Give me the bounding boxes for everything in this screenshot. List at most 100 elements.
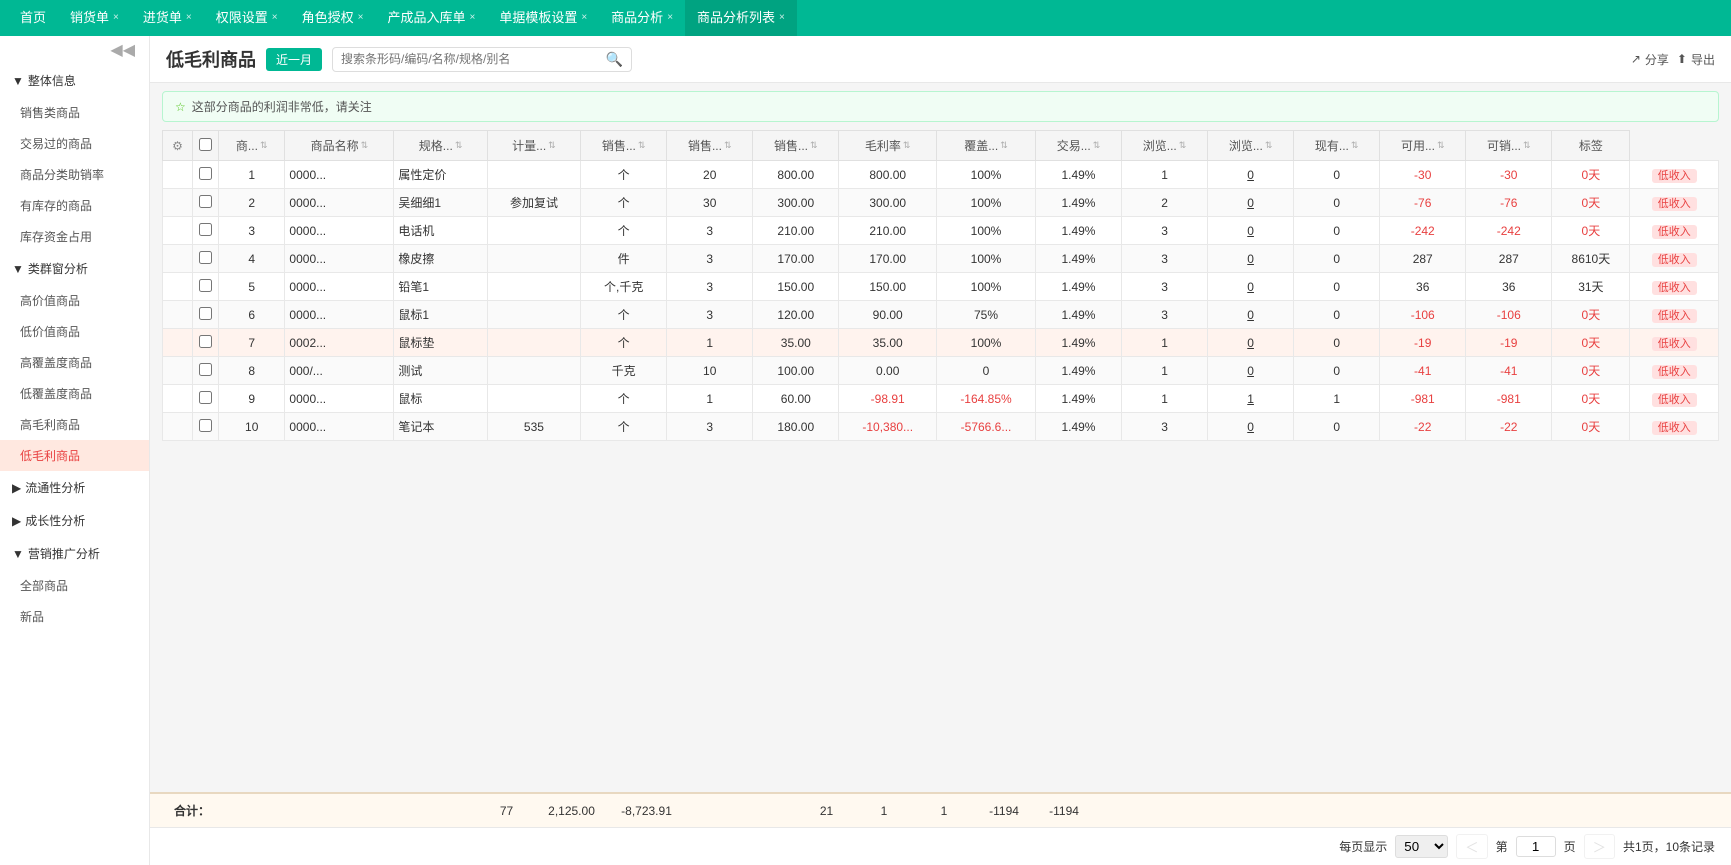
sort-sellable-icon[interactable]: ⇅ — [1523, 140, 1531, 151]
th-tag[interactable]: 标签 — [1552, 131, 1630, 161]
sidebar-item-sales-goods[interactable]: 销售类商品 — [0, 97, 149, 128]
row-browse1[interactable]: 0 — [1208, 301, 1294, 329]
nav-close-product-analysis-list[interactable]: × — [779, 0, 785, 36]
row-checkbox[interactable] — [193, 161, 219, 189]
date-filter-button[interactable]: 近一月 — [266, 48, 322, 71]
sort-browse1-icon[interactable]: ⇅ — [1179, 140, 1187, 151]
sort-trade-icon[interactable]: ⇅ — [1093, 140, 1101, 151]
sidebar-item-low-value[interactable]: 低价值商品 — [0, 316, 149, 347]
row-browse1[interactable]: 0 — [1208, 245, 1294, 273]
sidebar-item-low-coverage[interactable]: 低覆盖度商品 — [0, 378, 149, 409]
row-browse1[interactable]: 0 — [1208, 161, 1294, 189]
nav-sales[interactable]: 销货单 × — [58, 0, 131, 36]
nav-close-sales[interactable]: × — [113, 0, 119, 36]
sidebar-item-all-goods[interactable]: 全部商品 — [0, 570, 149, 601]
nav-close-roles[interactable]: × — [358, 0, 364, 36]
sidebar-item-low-margin[interactable]: 低毛利商品 — [0, 440, 149, 471]
row-checkbox[interactable] — [193, 189, 219, 217]
sort-cover-icon[interactable]: ⇅ — [1000, 140, 1008, 151]
page-size-select[interactable]: 50 100 200 — [1395, 835, 1448, 858]
share-button[interactable]: ↗ 分享 — [1631, 51, 1669, 68]
sort-spec-icon[interactable]: ⇅ — [455, 140, 463, 151]
nav-close-template[interactable]: × — [581, 0, 587, 36]
nav-home[interactable]: 首页 — [8, 0, 58, 36]
search-input[interactable] — [341, 52, 606, 66]
th-available[interactable]: 可用...⇅ — [1380, 131, 1466, 161]
sort-unit-icon[interactable]: ⇅ — [548, 140, 556, 151]
nav-close-product-analysis[interactable]: × — [667, 0, 673, 36]
row-select-checkbox[interactable] — [199, 363, 212, 376]
sort-name-icon[interactable]: ⇅ — [361, 140, 369, 151]
sort-salesamt-icon[interactable]: ⇅ — [810, 140, 818, 151]
nav-product-analysis-list[interactable]: 商品分析列表 × — [685, 0, 797, 36]
row-browse1[interactable]: 0 — [1208, 217, 1294, 245]
th-sellable[interactable]: 可销...⇅ — [1466, 131, 1552, 161]
page-number-input[interactable] — [1516, 836, 1556, 857]
th-checkbox[interactable] — [193, 131, 219, 161]
th-gross-rate[interactable]: 毛利率⇅ — [839, 131, 937, 161]
select-all-checkbox[interactable] — [199, 138, 212, 151]
sidebar-collapse-btn[interactable]: ◀◀ — [110, 42, 135, 59]
row-checkbox[interactable] — [193, 245, 219, 273]
sidebar-item-stocked-goods[interactable]: 有库存的商品 — [0, 190, 149, 221]
row-select-checkbox[interactable] — [199, 335, 212, 348]
th-sales-qty[interactable]: 销售...⇅ — [581, 131, 667, 161]
th-unit[interactable]: 计量...⇅ — [487, 131, 580, 161]
th-sales-amount[interactable]: 销售...⇅ — [753, 131, 839, 161]
table-container[interactable]: ⚙ 商...⇅ 商品名称⇅ 规格...⇅ — [150, 130, 1731, 792]
row-select-checkbox[interactable] — [199, 391, 212, 404]
nav-product-analysis[interactable]: 商品分析 × — [599, 0, 685, 36]
row-browse1[interactable]: 0 — [1208, 413, 1294, 441]
row-select-checkbox[interactable] — [199, 223, 212, 236]
row-checkbox[interactable] — [193, 357, 219, 385]
sidebar-group-overall[interactable]: ▼ 整体信息 — [0, 64, 149, 97]
th-browse1[interactable]: 浏览...⇅ — [1122, 131, 1208, 161]
th-browse2[interactable]: 浏览...⇅ — [1208, 131, 1294, 161]
row-select-checkbox[interactable] — [199, 279, 212, 292]
th-current-stock[interactable]: 现有...⇅ — [1294, 131, 1380, 161]
search-icon[interactable]: 🔍 — [606, 51, 623, 68]
th-trade[interactable]: 交易...⇅ — [1035, 131, 1121, 161]
nav-close-purchase[interactable]: × — [186, 0, 192, 36]
row-checkbox[interactable] — [193, 217, 219, 245]
nav-roles[interactable]: 角色授权 × — [290, 0, 376, 36]
row-checkbox[interactable] — [193, 413, 219, 441]
row-browse1[interactable]: 0 — [1208, 329, 1294, 357]
sort-gross-icon[interactable]: ⇅ — [903, 140, 911, 151]
th-spec[interactable]: 规格...⇅ — [394, 131, 487, 161]
th-code[interactable]: 商...⇅ — [219, 131, 285, 161]
row-browse1[interactable]: 0 — [1208, 189, 1294, 217]
sidebar-item-high-value[interactable]: 高价值商品 — [0, 285, 149, 316]
nav-close-permissions[interactable]: × — [272, 0, 278, 36]
sort-browse2-icon[interactable]: ⇅ — [1265, 140, 1273, 151]
sort-code-icon[interactable]: ⇅ — [260, 140, 268, 151]
row-checkbox[interactable] — [193, 301, 219, 329]
prev-page-button[interactable]: ＜ — [1456, 834, 1487, 859]
nav-close-product-inbound[interactable]: × — [469, 0, 475, 36]
row-select-checkbox[interactable] — [199, 419, 212, 432]
row-browse1[interactable]: 1 — [1208, 385, 1294, 413]
row-select-checkbox[interactable] — [199, 307, 212, 320]
row-checkbox[interactable] — [193, 385, 219, 413]
sidebar-group-growth[interactable]: ▶ 成长性分析 — [0, 504, 149, 537]
th-name[interactable]: 商品名称⇅ — [285, 131, 394, 161]
sidebar-item-inventory-capital[interactable]: 库存资金占用 — [0, 221, 149, 252]
th-cover-rate[interactable]: 覆盖...⇅ — [937, 131, 1036, 161]
sidebar-item-category-rate[interactable]: 商品分类助销率 — [0, 159, 149, 190]
sort-available-icon[interactable]: ⇅ — [1437, 140, 1445, 151]
nav-template[interactable]: 单据模板设置 × — [487, 0, 599, 36]
row-select-checkbox[interactable] — [199, 167, 212, 180]
nav-purchase[interactable]: 进货单 × — [131, 0, 204, 36]
sidebar-item-new-goods[interactable]: 新品 — [0, 601, 149, 632]
nav-product-inbound[interactable]: 产成品入库单 × — [375, 0, 487, 36]
gear-icon[interactable]: ⚙ — [172, 139, 183, 153]
sidebar-group-marketing[interactable]: ▼ 营销推广分析 — [0, 537, 149, 570]
nav-permissions[interactable]: 权限设置 × — [204, 0, 290, 36]
row-select-checkbox[interactable] — [199, 251, 212, 264]
sort-salesqty-icon[interactable]: ⇅ — [638, 140, 646, 151]
sidebar-item-traded-goods[interactable]: 交易过的商品 — [0, 128, 149, 159]
sidebar-group-cluster[interactable]: ▼ 类群窗分析 — [0, 252, 149, 285]
export-button[interactable]: ⬆ 导出 — [1677, 51, 1715, 68]
sidebar-item-high-margin[interactable]: 高毛利商品 — [0, 409, 149, 440]
row-checkbox[interactable] — [193, 329, 219, 357]
